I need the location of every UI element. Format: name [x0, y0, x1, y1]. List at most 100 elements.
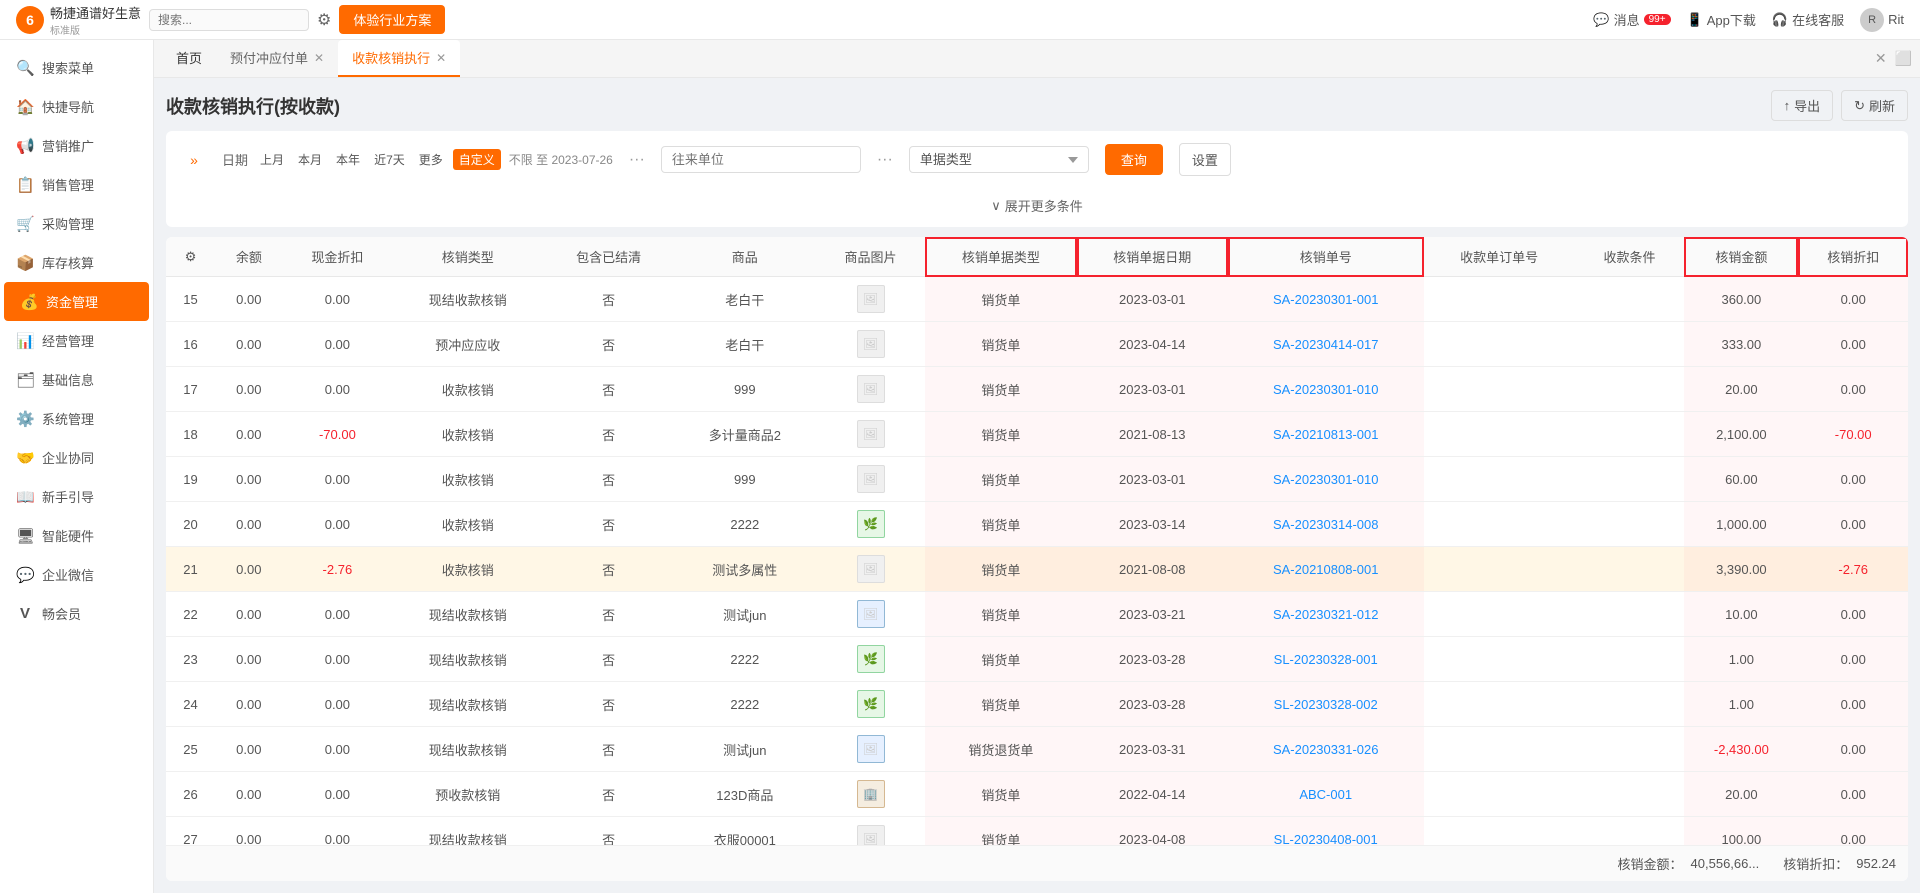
sidebar-item-search[interactable]: 🔍 搜索菜单 — [0, 48, 153, 87]
filter-toggle-button[interactable]: » — [182, 148, 206, 172]
app-download-button[interactable]: 📱 App下载 — [1687, 10, 1756, 29]
cell-verify-discount: -2.76 — [1798, 547, 1908, 592]
filter-date-custom[interactable]: 自定义 — [453, 149, 501, 170]
goods-image: 🖼 — [857, 375, 885, 403]
sidebar-item-label: 采购管理 — [42, 214, 94, 233]
refresh-button[interactable]: ↻ 刷新 — [1841, 90, 1908, 121]
sidebar-item-enterprise[interactable]: 🤝 企业协同 — [0, 438, 153, 477]
cell-verify-voucher-type: 销货单 — [925, 277, 1076, 322]
cell-include-settled: 否 — [543, 727, 673, 772]
table-header: ⚙ 余额 现金折扣 核销类型 包含已结清 商品 商品图片 核销单据类型 核销单据… — [166, 237, 1908, 277]
user-info[interactable]: R Rit — [1860, 8, 1904, 32]
filter-settings-button[interactable]: 设置 — [1179, 143, 1231, 176]
search-button[interactable]: 查询 — [1105, 144, 1163, 175]
tab-prepay[interactable]: 预付冲应付单 ✕ — [216, 40, 338, 77]
verify-number-link[interactable]: SL-20230328-002 — [1274, 697, 1378, 712]
sidebar-item-shortcut[interactable]: 🏠 快捷导航 — [0, 87, 153, 126]
verify-number-link[interactable]: SA-20230301-010 — [1273, 382, 1379, 397]
verify-number-link[interactable]: SA-20230301-010 — [1273, 472, 1379, 487]
filter-type-dots: ··· — [877, 151, 893, 169]
footer-verify-discount-value: 952.24 — [1856, 856, 1896, 871]
cell-verify-voucher-type: 销货单 — [925, 772, 1076, 817]
filter-date-this-year[interactable]: 本年 — [332, 149, 364, 170]
cell-verify-amount: 1.00 — [1684, 637, 1798, 682]
page-title: 收款核销执行(按收款) — [166, 93, 340, 119]
sidebar-item-inventory[interactable]: 📦 库存核算 — [0, 243, 153, 282]
sidebar-item-hardware[interactable]: 🖥 智能硬件 — [0, 516, 153, 555]
export-button[interactable]: ↑ 导出 — [1771, 90, 1834, 121]
sidebar-item-system[interactable]: ⚙️ 系统管理 — [0, 399, 153, 438]
verify-number-link[interactable]: SA-20210808-001 — [1273, 562, 1379, 577]
cell-verify-voucher-type: 销货单 — [925, 817, 1076, 846]
tab-collection[interactable]: 收款核销执行 ✕ — [338, 40, 460, 77]
sidebar-item-guide[interactable]: 📖 新手引导 — [0, 477, 153, 516]
verify-number-link[interactable]: SA-20230314-008 — [1273, 517, 1379, 532]
sidebar-item-label: 企业微信 — [42, 565, 94, 584]
tab-collection-close[interactable]: ✕ — [436, 51, 446, 65]
th-verify-type: 核销类型 — [392, 237, 543, 277]
message-label: 消息 — [1614, 10, 1640, 29]
industry-solution-button[interactable]: 体验行业方案 — [339, 5, 445, 34]
table-wrapper[interactable]: ⚙ 余额 现金折扣 核销类型 包含已结清 商品 商品图片 核销单据类型 核销单据… — [166, 237, 1908, 845]
th-settings[interactable]: ⚙ — [166, 237, 215, 277]
column-settings-icon[interactable]: ⚙ — [185, 249, 197, 264]
sidebar-item-label: 畅会员 — [42, 604, 81, 623]
tab-prepay-close[interactable]: ✕ — [314, 51, 324, 65]
marketing-icon: 📢 — [16, 137, 34, 155]
cell-no: 18 — [166, 412, 215, 457]
cell-cash-discount: 0.00 — [283, 727, 392, 772]
cell-verify-type: 现结收款核销 — [392, 682, 543, 727]
online-service-button[interactable]: 🎧 在线客服 — [1772, 10, 1844, 29]
cell-goods-image: 🖼 — [816, 817, 925, 846]
verify-number-link[interactable]: SL-20230328-001 — [1274, 652, 1378, 667]
filter-date-links: 上月 本月 本年 近7天 更多 自定义 — [256, 149, 501, 170]
filter-date-this-month[interactable]: 本月 — [294, 149, 326, 170]
verify-number-link[interactable]: SA-20230331-026 — [1273, 742, 1379, 757]
sidebar-item-member[interactable]: V 畅会员 — [0, 594, 153, 633]
cell-goods: 多计量商品2 — [674, 412, 816, 457]
filter-date-7days[interactable]: 近7天 — [370, 149, 409, 170]
cell-verify-amount: 333.00 — [1684, 322, 1798, 367]
filter-voucher-type-select[interactable]: 单据类型 — [909, 146, 1089, 173]
logo-title: 畅捷通谱好生意 — [50, 3, 141, 22]
message-button[interactable]: 💬 消息 99+ — [1593, 10, 1670, 29]
cell-goods: 衣服00001 — [674, 817, 816, 846]
cell-payment-terms — [1575, 637, 1684, 682]
tab-close-all-button[interactable]: ✕ — [1875, 50, 1887, 67]
verify-number-link[interactable]: SA-20230414-017 — [1273, 337, 1379, 352]
data-table: ⚙ 余额 现金折扣 核销类型 包含已结清 商品 商品图片 核销单据类型 核销单据… — [166, 237, 1908, 845]
filter-partner-input[interactable] — [661, 146, 861, 173]
cell-verify-discount: 0.00 — [1798, 457, 1908, 502]
tab-expand-button[interactable]: ⬜ — [1895, 50, 1912, 67]
sidebar-item-purchase[interactable]: 🛒 采购管理 — [0, 204, 153, 243]
verify-number-link[interactable]: SA-20230301-001 — [1273, 292, 1379, 307]
sidebar-item-business[interactable]: 📊 经营管理 — [0, 321, 153, 360]
sidebar-item-basic[interactable]: 🗂 基础信息 — [0, 360, 153, 399]
tab-home[interactable]: 首页 — [162, 40, 216, 77]
verify-number-link[interactable]: SA-20230321-012 — [1273, 607, 1379, 622]
enterprise-icon: 🤝 — [16, 449, 34, 467]
settings-gear-button[interactable]: ⚙ — [317, 10, 331, 30]
verify-number-link[interactable]: SA-20210813-001 — [1273, 427, 1379, 442]
cell-payment-terms — [1575, 772, 1684, 817]
business-icon: 📊 — [16, 332, 34, 350]
cell-goods: 2222 — [674, 637, 816, 682]
sidebar-item-marketing[interactable]: 📢 营销推广 — [0, 126, 153, 165]
filter-date-last-month[interactable]: 上月 — [256, 149, 288, 170]
cell-collection-order — [1424, 322, 1575, 367]
top-search-input[interactable] — [149, 9, 309, 31]
cell-payment-terms — [1575, 322, 1684, 367]
filter-partner-dots: ··· — [629, 151, 645, 169]
goods-image: 🖼 — [857, 600, 885, 628]
expand-more-button[interactable]: ∨ 展开更多条件 — [991, 196, 1083, 215]
cell-verify-voucher-type: 销货单 — [925, 682, 1076, 727]
verify-number-link[interactable]: ABC-001 — [1299, 787, 1352, 802]
sidebar-item-finance[interactable]: 💰 资金管理 — [4, 282, 149, 321]
verify-number-link[interactable]: SL-20230408-001 — [1274, 832, 1378, 846]
sidebar-item-wechat[interactable]: 💬 企业微信 — [0, 555, 153, 594]
cell-collection-order — [1424, 367, 1575, 412]
sidebar-item-sales[interactable]: 📋 销售管理 — [0, 165, 153, 204]
filter-date-more[interactable]: 更多 — [415, 149, 447, 170]
cell-verify-discount: 0.00 — [1798, 592, 1908, 637]
sidebar-item-label: 快捷导航 — [42, 97, 94, 116]
